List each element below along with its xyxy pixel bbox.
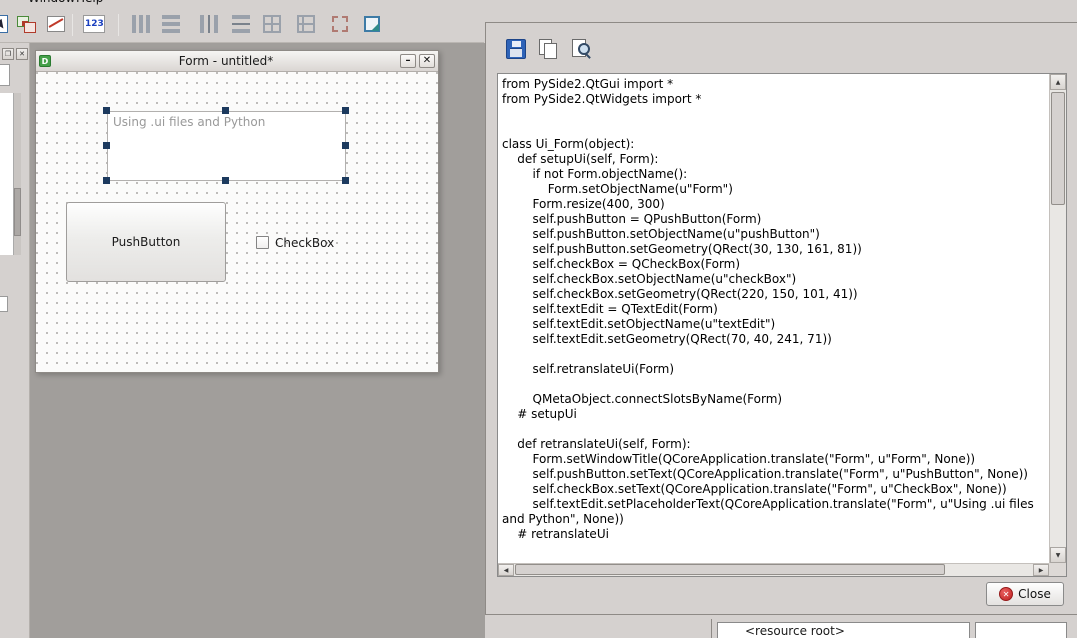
scroll-left-icon[interactable]: ◀ — [498, 564, 514, 576]
selection-handle-w[interactable] — [103, 142, 110, 149]
scroll-up-icon[interactable]: ▲ — [1050, 74, 1066, 90]
scroll-right-icon[interactable]: ▶ — [1033, 564, 1049, 576]
textedit-placeholder: Using .ui files and Python — [113, 115, 265, 129]
selection-handle-nw[interactable] — [103, 107, 110, 114]
vertical-scroll-thumb[interactable] — [1051, 92, 1065, 205]
widget-list[interactable] — [0, 93, 14, 255]
toolbar-separator — [72, 14, 73, 36]
resource-tree[interactable]: <resource root> — [717, 622, 970, 638]
selection-handle-e[interactable] — [342, 142, 349, 149]
pushbutton-widget[interactable]: PushButton — [66, 202, 226, 282]
resource-root-item[interactable]: <resource root> — [745, 624, 845, 638]
edit-signals-slots-icon[interactable] — [14, 12, 38, 36]
selection-handle-s[interactable] — [222, 177, 229, 184]
save-icon — [506, 39, 526, 59]
selection-handle-sw[interactable] — [103, 177, 110, 184]
toolbar-separator — [118, 14, 119, 36]
checkbox-label: CheckBox — [275, 236, 334, 250]
checkbox-indicator[interactable] — [256, 236, 269, 249]
save-button[interactable] — [504, 37, 530, 63]
form-window-title: Form - untitled* — [55, 54, 397, 68]
layout-grid-icon[interactable] — [262, 14, 282, 34]
widget-box-dock: ❐ ✕ — [0, 43, 30, 638]
close-button[interactable]: ✕ Close — [986, 582, 1064, 606]
selection-handle-ne[interactable] — [342, 107, 349, 114]
checkbox-widget[interactable]: CheckBox — [256, 222, 357, 263]
dock-float-icon[interactable]: ❐ — [2, 48, 14, 60]
find-icon — [569, 37, 595, 63]
qt-designer-window: Window Help 123 ❐ ✕ D — [0, 0, 1077, 638]
selection-handle-se[interactable] — [342, 177, 349, 184]
code-text[interactable]: from PySide2.QtGui import * from PySide2… — [498, 74, 1049, 562]
scrollbar-corner — [1049, 563, 1066, 576]
code-view: from PySide2.QtGui import * from PySide2… — [497, 73, 1067, 577]
form-window-titlebar[interactable]: D Form - untitled* – ✕ — [36, 51, 438, 72]
adjust-size-icon[interactable] — [362, 14, 382, 34]
horizontal-scroll-thumb[interactable] — [515, 564, 945, 575]
form-minimize-button[interactable]: – — [400, 54, 416, 68]
layout-horizontal-splitter-icon[interactable] — [199, 14, 219, 34]
widget-list-item[interactable] — [0, 296, 8, 312]
copy-button[interactable] — [536, 37, 562, 63]
main-toolbar: 123 — [0, 6, 484, 43]
edit-widgets-icon[interactable] — [0, 12, 12, 36]
resource-preview[interactable] — [975, 622, 1067, 638]
horizontal-scrollbar[interactable]: ◀ ▶ — [498, 563, 1049, 576]
menu-window[interactable]: Window — [28, 0, 75, 5]
close-button-label: Close — [1018, 587, 1051, 601]
copy-icon — [536, 37, 562, 63]
form-close-button[interactable]: ✕ — [419, 54, 435, 68]
form-canvas[interactable]: Using .ui files and Python PushButton Ch… — [36, 72, 438, 372]
panel-divider — [711, 619, 712, 638]
vertical-scrollbar[interactable]: ▲ ▼ — [1049, 74, 1066, 563]
scroll-down-icon[interactable]: ▼ — [1050, 547, 1066, 563]
code-preview-dialog: from PySide2.QtGui import * from PySide2… — [485, 22, 1077, 615]
layout-horizontal-icon[interactable] — [131, 14, 151, 34]
form-designer-window: D Form - untitled* – ✕ Using .ui files a… — [35, 50, 439, 373]
layout-vertical-splitter-icon[interactable] — [231, 14, 251, 34]
break-layout-icon[interactable] — [330, 14, 350, 34]
widget-filter-input[interactable] — [0, 64, 10, 86]
edit-buddies-icon[interactable] — [44, 12, 68, 36]
mdi-area: D Form - untitled* – ✕ Using .ui files a… — [30, 43, 485, 638]
dock-close-icon[interactable]: ✕ — [16, 48, 28, 60]
form-window-icon: D — [39, 55, 51, 67]
layout-form-icon[interactable] — [296, 14, 316, 34]
widget-list-scroll-thumb[interactable] — [14, 188, 21, 236]
edit-tab-order-icon[interactable]: 123 — [82, 12, 106, 36]
close-circle-icon: ✕ — [999, 587, 1013, 601]
tab-order-badge: 123 — [85, 19, 104, 29]
textedit-widget[interactable]: Using .ui files and Python — [107, 111, 346, 181]
selection-handle-n[interactable] — [222, 107, 229, 114]
find-button[interactable] — [569, 37, 595, 63]
menu-help[interactable]: Help — [76, 0, 103, 5]
layout-vertical-icon[interactable] — [161, 14, 181, 34]
